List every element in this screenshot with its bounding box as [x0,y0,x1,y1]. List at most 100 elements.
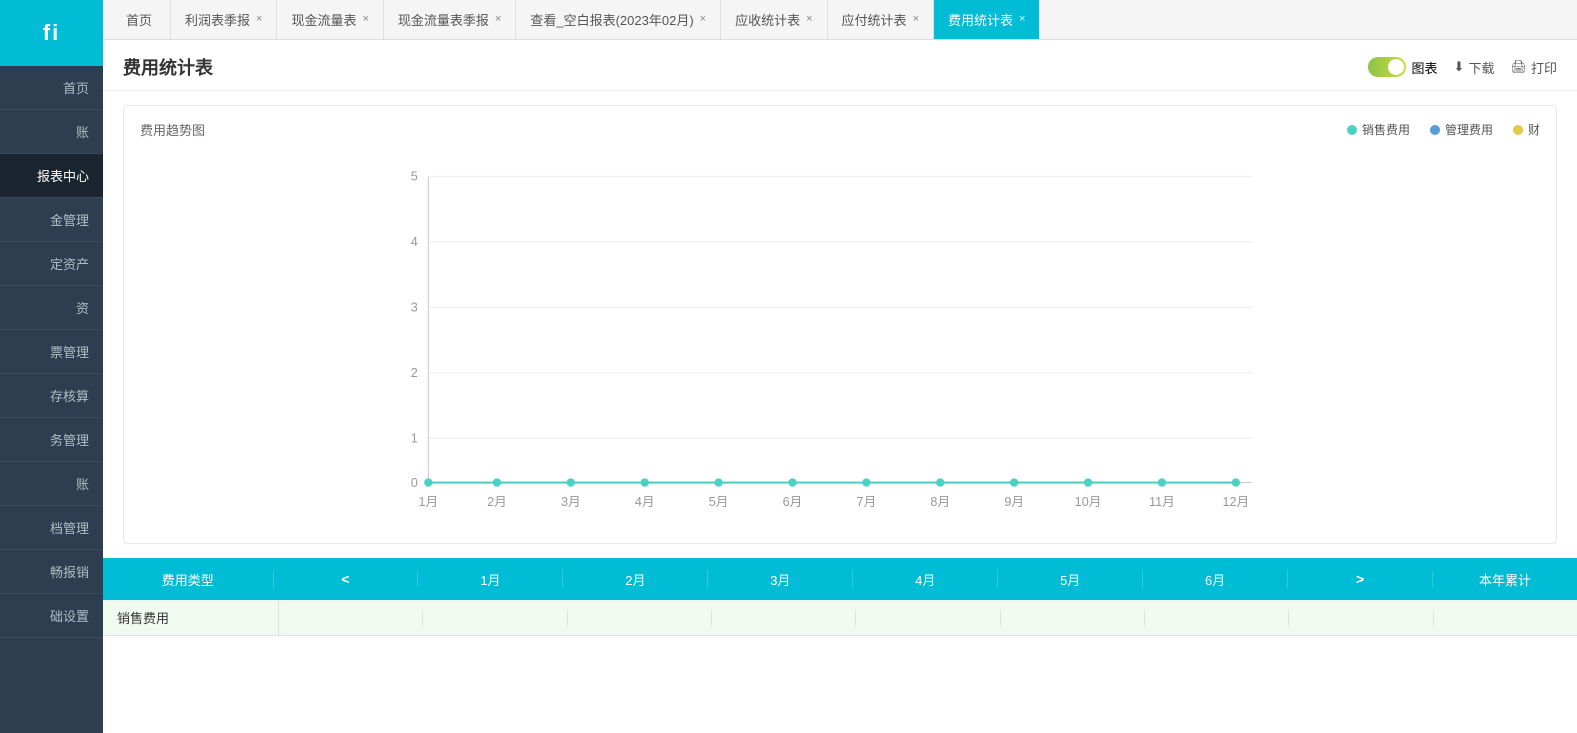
chart-container: 5 4 3 2 1 0 [140,149,1540,529]
svg-text:9月: 9月 [1004,495,1024,509]
page-actions: 图表 ⬇ 下载 🖨 打印 [1368,57,1557,77]
sidebar: fi 首页 账 报表中心 金管理 定资产 资 票管理 存核算 务管理 账 档管理… [0,0,103,733]
chart-title: 费用趋势图 [140,120,205,139]
td-sales-extra2 [1434,610,1577,626]
td-sales-m2 [423,610,567,626]
svg-text:1: 1 [411,431,418,445]
tab-cashflow-quarterly[interactable]: 现金流量表季报 × [384,0,516,39]
svg-text:1月: 1月 [418,495,438,509]
svg-text:2: 2 [411,366,418,380]
svg-text:11月: 11月 [1149,495,1175,509]
sidebar-item-service[interactable]: 务管理 [0,418,103,462]
th-ytd-label: 本年累计 [1479,570,1531,589]
th-month-5: 5月 [998,570,1143,589]
svg-text:2月: 2月 [487,495,507,509]
td-sales-m3 [568,610,712,626]
th-ytd: 本年累计 [1433,570,1577,589]
chart-toggle-wrapper: 图表 [1368,57,1438,77]
legend-label-finance: 财 [1528,121,1540,138]
svg-text:5: 5 [411,170,418,184]
tab-home[interactable]: 首页 [108,0,171,39]
tab-blank-report[interactable]: 查看_空白报表(2023年02月) × [516,0,721,39]
tab-close-payable[interactable]: × [913,14,919,25]
th-month-2-label: 2月 [625,570,645,589]
legend-dot-finance [1513,125,1523,135]
legend-dot-admin [1430,125,1440,135]
svg-text:4月: 4月 [635,495,655,509]
svg-text:10月: 10月 [1075,495,1102,509]
tab-close-expense[interactable]: × [1019,14,1025,25]
svg-text:0: 0 [411,476,418,490]
tab-expense[interactable]: 费用统计表 × [934,0,1040,39]
th-month-3-label: 3月 [770,570,790,589]
sidebar-item-settings[interactable]: 础设置 [0,594,103,638]
svg-text:5月: 5月 [709,495,729,509]
td-sales-m4 [712,610,856,626]
sidebar-item-ledger[interactable]: 账 [0,462,103,506]
page-content: 费用统计表 图表 ⬇ 下载 🖨 打印 费用趋势图 [103,40,1577,733]
sidebar-item-account[interactable]: 账 [0,110,103,154]
sidebar-item-home[interactable]: 首页 [0,66,103,110]
chart-legend: 销售费用 管理费用 财 [1347,121,1540,138]
tab-profit-quarterly[interactable]: 利润表季报 × [171,0,277,39]
chart-section: 费用趋势图 销售费用 管理费用 财 [123,105,1557,544]
print-label: 打印 [1531,58,1557,77]
svg-text:12月: 12月 [1222,495,1249,509]
svg-text:8月: 8月 [930,495,950,509]
th-expense-type-label: 费用类型 [162,570,214,589]
sidebar-item-reports[interactable]: 报表中心 [0,154,103,198]
legend-label-admin: 管理费用 [1445,121,1493,138]
legend-label-sales: 销售费用 [1362,121,1410,138]
download-icon: ⬇ [1454,59,1465,75]
sidebar-item-capital[interactable]: 资 [0,286,103,330]
th-prev-nav[interactable]: < [274,571,419,587]
svg-text:3: 3 [411,301,418,315]
next-month-arrow[interactable]: > [1356,571,1364,587]
tab-receivable[interactable]: 应收统计表 × [721,0,827,39]
svg-text:3月: 3月 [561,495,581,509]
download-button[interactable]: ⬇ 下载 [1454,58,1495,77]
legend-finance: 财 [1513,121,1540,138]
prev-month-arrow[interactable]: < [341,571,349,587]
tab-close-receivable[interactable]: × [806,14,812,25]
tab-payable[interactable]: 应付统计表 × [828,0,934,39]
sidebar-item-expense[interactable]: 畅报销 [0,550,103,594]
table-header-row: 费用类型 < 1月 2月 3月 4月 5月 [103,558,1577,600]
th-expense-type: 费用类型 [103,570,274,589]
th-month-3: 3月 [708,570,853,589]
td-sales-label: 销售费用 [103,600,279,635]
chart-toggle[interactable] [1368,57,1406,77]
tab-close-cashflow-q[interactable]: × [495,14,501,25]
td-sales-m6 [1001,610,1145,626]
th-month-1-label: 1月 [480,570,500,589]
th-month-1: 1月 [418,570,563,589]
chart-header: 费用趋势图 销售费用 管理费用 财 [140,120,1540,139]
table-section: 费用类型 < 1月 2月 3月 4月 5月 [103,558,1577,636]
sidebar-item-invoices[interactable]: 票管理 [0,330,103,374]
th-month-6-label: 6月 [1205,570,1225,589]
tab-close-cashflow[interactable]: × [362,14,368,25]
sidebar-item-assets[interactable]: 定资产 [0,242,103,286]
page-header: 费用统计表 图表 ⬇ 下载 🖨 打印 [103,40,1577,91]
svg-text:7月: 7月 [857,495,877,509]
svg-text:6月: 6月 [783,495,803,509]
th-next-nav[interactable]: > [1288,571,1433,587]
sidebar-logo: fi [0,0,103,66]
main-area: 首页 利润表季报 × 现金流量表 × 现金流量表季报 × 查看_空白报表(202… [103,0,1577,733]
svg-text:4: 4 [411,235,418,249]
print-button[interactable]: 🖨 打印 [1510,58,1557,77]
legend-sales: 销售费用 [1347,121,1410,138]
sidebar-item-archive[interactable]: 档管理 [0,506,103,550]
table-row: 销售费用 [103,600,1577,636]
tab-close-blank[interactable]: × [700,14,706,25]
tab-bar: 首页 利润表季报 × 现金流量表 × 现金流量表季报 × 查看_空白报表(202… [103,0,1577,40]
tab-close-profit[interactable]: × [256,14,262,25]
sidebar-item-finance[interactable]: 金管理 [0,198,103,242]
th-month-5-label: 5月 [1060,570,1080,589]
tab-cashflow[interactable]: 现金流量表 × [277,0,383,39]
print-icon: 🖨 [1510,59,1527,75]
sidebar-item-inventory[interactable]: 存核算 [0,374,103,418]
page-title: 费用统计表 [123,54,213,80]
th-month-4-label: 4月 [915,570,935,589]
chart-toggle-label: 图表 [1412,58,1438,77]
